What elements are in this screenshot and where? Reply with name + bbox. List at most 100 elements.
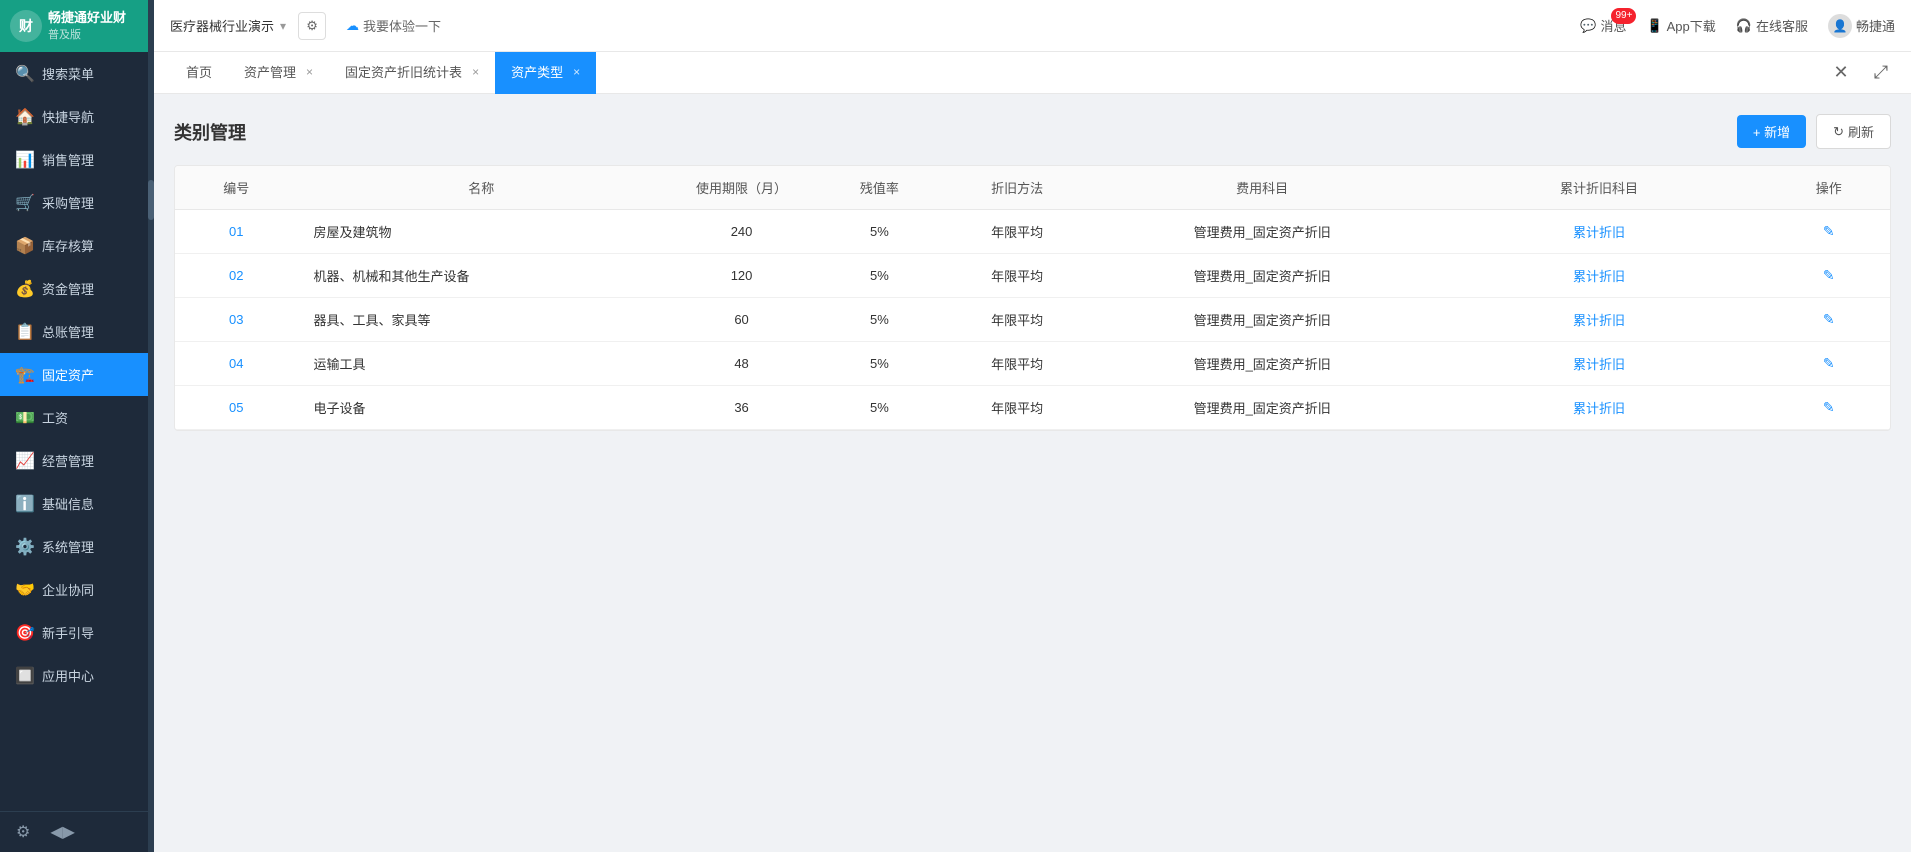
- table-row: 05 电子设备 36 5% 年限平均 管理费用_固定资产折旧 累计折旧 ✎: [175, 386, 1890, 430]
- tab-asset-type-close[interactable]: ×: [573, 65, 580, 79]
- sidebar-item-label-1: 快捷导航: [42, 107, 94, 126]
- industry-selector[interactable]: 医疗器械行业演示 ▾: [170, 16, 286, 35]
- td-action-4[interactable]: ✎: [1768, 386, 1891, 430]
- td-code-4[interactable]: 05: [175, 386, 298, 430]
- experience-label: 我要体验一下: [363, 16, 441, 35]
- sidebar-item-0[interactable]: 🔍 搜索菜单: [0, 52, 148, 95]
- td-code-1[interactable]: 02: [175, 254, 298, 298]
- sidebar-item-13[interactable]: 🎯 新手引导: [0, 611, 148, 654]
- tab-home[interactable]: 首页: [170, 52, 228, 94]
- refresh-button[interactable]: ↻ 刷新: [1816, 114, 1891, 149]
- tab-asset-type-label: 资产类型: [511, 62, 563, 81]
- sidebar-item-11[interactable]: ⚙️ 系统管理: [0, 525, 148, 568]
- sidebar-item-label-6: 总账管理: [42, 322, 94, 341]
- td-residual-3: 5%: [818, 342, 941, 386]
- collapse-icon[interactable]: ◀▶: [50, 822, 75, 842]
- logo-icon: 财: [10, 10, 42, 42]
- new-button[interactable]: + 新增: [1737, 115, 1806, 148]
- td-expense-1: 管理费用_固定资产折旧: [1094, 254, 1431, 298]
- sidebar-item-label-2: 销售管理: [42, 150, 94, 169]
- username-label: 畅捷通: [1856, 16, 1895, 35]
- sidebar-item-12[interactable]: 🤝 企业协同: [0, 568, 148, 611]
- app-download-label: App下载: [1667, 16, 1716, 35]
- sidebar-icon-10: ℹ️: [16, 495, 34, 513]
- app-name: 畅捷通好业财: [48, 10, 126, 27]
- sidebar-item-10[interactable]: ℹ️ 基础信息: [0, 482, 148, 525]
- asset-type-table: 编号 名称 使用期限（月） 残值率 折旧方法 费用科目 累计折旧科目 操作 01…: [175, 166, 1890, 430]
- main-area: 医疗器械行业演示 ▾ ⚙ ☁ 我要体验一下 💬 消息 99+ 📱 App下载 🎧…: [154, 0, 1911, 852]
- tab-asset-management[interactable]: 资产管理 ×: [228, 52, 329, 94]
- sidebar-item-14[interactable]: 🔲 应用中心: [0, 654, 148, 697]
- sidebar-item-5[interactable]: 💰 资金管理: [0, 267, 148, 310]
- tabs-actions: ✕ ⤢: [1827, 59, 1895, 87]
- sidebar-scrollbar-track[interactable]: [148, 0, 154, 852]
- td-code-2[interactable]: 03: [175, 298, 298, 342]
- td-accum-2[interactable]: 累计折旧: [1431, 298, 1768, 342]
- service-icon: 🎧: [1736, 18, 1752, 34]
- td-code-0[interactable]: 01: [175, 210, 298, 254]
- table-row: 01 房屋及建筑物 240 5% 年限平均 管理费用_固定资产折旧 累计折旧 ✎: [175, 210, 1890, 254]
- td-accum-4[interactable]: 累计折旧: [1431, 386, 1768, 430]
- experience-button[interactable]: ☁ 我要体验一下: [346, 16, 441, 35]
- sidebar-item-9[interactable]: 📈 经营管理: [0, 439, 148, 482]
- sidebar-item-label-9: 经营管理: [42, 451, 94, 470]
- sidebar-icon-4: 📦: [16, 237, 34, 255]
- th-expense: 费用科目: [1094, 166, 1431, 210]
- settings-button[interactable]: ⚙: [298, 12, 326, 40]
- td-expense-0: 管理费用_固定资产折旧: [1094, 210, 1431, 254]
- cloud-icon: ☁: [346, 18, 359, 34]
- sidebar-icon-6: 📋: [16, 323, 34, 341]
- tab-asset-management-label: 资产管理: [244, 62, 296, 81]
- th-method: 折旧方法: [941, 166, 1094, 210]
- user-button[interactable]: 👤 畅捷通: [1828, 14, 1895, 38]
- sidebar-scrollbar-thumb[interactable]: [148, 180, 154, 220]
- td-expense-3: 管理费用_固定资产折旧: [1094, 342, 1431, 386]
- th-period: 使用期限（月）: [665, 166, 818, 210]
- th-action: 操作: [1768, 166, 1891, 210]
- td-residual-0: 5%: [818, 210, 941, 254]
- settings-icon[interactable]: ⚙: [16, 822, 30, 842]
- data-table-container: 编号 名称 使用期限（月） 残值率 折旧方法 费用科目 累计折旧科目 操作 01…: [174, 165, 1891, 431]
- sidebar-item-8[interactable]: 💵 工资: [0, 396, 148, 439]
- table-header-row: 编号 名称 使用期限（月） 残值率 折旧方法 费用科目 累计折旧科目 操作: [175, 166, 1890, 210]
- logo-info: 畅捷通好业财 普及版: [48, 10, 126, 43]
- sidebar-menu: 🔍 搜索菜单 🏠 快捷导航 📊 销售管理 🛒 采购管理 📦 库存核算 💰 资金管…: [0, 52, 148, 811]
- sidebar-item-4[interactable]: 📦 库存核算: [0, 224, 148, 267]
- td-name-3: 运输工具: [298, 342, 666, 386]
- td-name-0: 房屋及建筑物: [298, 210, 666, 254]
- table-row: 03 器具、工具、家具等 60 5% 年限平均 管理费用_固定资产折旧 累计折旧…: [175, 298, 1890, 342]
- topbar: 医疗器械行业演示 ▾ ⚙ ☁ 我要体验一下 💬 消息 99+ 📱 App下载 🎧…: [154, 0, 1911, 52]
- sidebar-item-2[interactable]: 📊 销售管理: [0, 138, 148, 181]
- sidebar-item-6[interactable]: 📋 总账管理: [0, 310, 148, 353]
- sidebar-item-3[interactable]: 🛒 采购管理: [0, 181, 148, 224]
- sidebar-item-label-0: 搜索菜单: [42, 64, 94, 83]
- tab-expand-button[interactable]: ⤢: [1867, 59, 1895, 87]
- td-action-2[interactable]: ✎: [1768, 298, 1891, 342]
- td-action-1[interactable]: ✎: [1768, 254, 1891, 298]
- td-accum-1[interactable]: 累计折旧: [1431, 254, 1768, 298]
- tab-asset-type[interactable]: 资产类型 ×: [495, 52, 596, 94]
- td-accum-0[interactable]: 累计折旧: [1431, 210, 1768, 254]
- tab-close-all-button[interactable]: ✕: [1827, 59, 1855, 87]
- td-method-2: 年限平均: [941, 298, 1094, 342]
- td-code-3[interactable]: 04: [175, 342, 298, 386]
- td-action-3[interactable]: ✎: [1768, 342, 1891, 386]
- tab-depreciation-stats[interactable]: 固定资产折旧统计表 ×: [329, 52, 495, 94]
- td-name-2: 器具、工具、家具等: [298, 298, 666, 342]
- sidebar: 财 畅捷通好业财 普及版 🔍 搜索菜单 🏠 快捷导航 📊 销售管理 🛒 采购管理…: [0, 0, 148, 852]
- sidebar-item-1[interactable]: 🏠 快捷导航: [0, 95, 148, 138]
- sidebar-item-7[interactable]: 🏗️ 固定资产: [0, 353, 148, 396]
- table-row: 02 机器、机械和其他生产设备 120 5% 年限平均 管理费用_固定资产折旧 …: [175, 254, 1890, 298]
- table-row: 04 运输工具 48 5% 年限平均 管理费用_固定资产折旧 累计折旧 ✎: [175, 342, 1890, 386]
- tabs-bar: 首页 资产管理 × 固定资产折旧统计表 × 资产类型 × ✕ ⤢: [154, 52, 1911, 94]
- messages-button[interactable]: 💬 消息 99+: [1580, 16, 1626, 35]
- tab-depreciation-close[interactable]: ×: [472, 65, 479, 79]
- customer-service-button[interactable]: 🎧 在线客服: [1736, 16, 1808, 35]
- app-edition: 普及版: [48, 26, 126, 42]
- td-action-0[interactable]: ✎: [1768, 210, 1891, 254]
- tab-asset-management-close[interactable]: ×: [306, 65, 313, 79]
- sidebar-icon-14: 🔲: [16, 667, 34, 685]
- app-download-button[interactable]: 📱 App下载: [1646, 16, 1715, 35]
- td-accum-3[interactable]: 累计折旧: [1431, 342, 1768, 386]
- sidebar-icon-8: 💵: [16, 409, 34, 427]
